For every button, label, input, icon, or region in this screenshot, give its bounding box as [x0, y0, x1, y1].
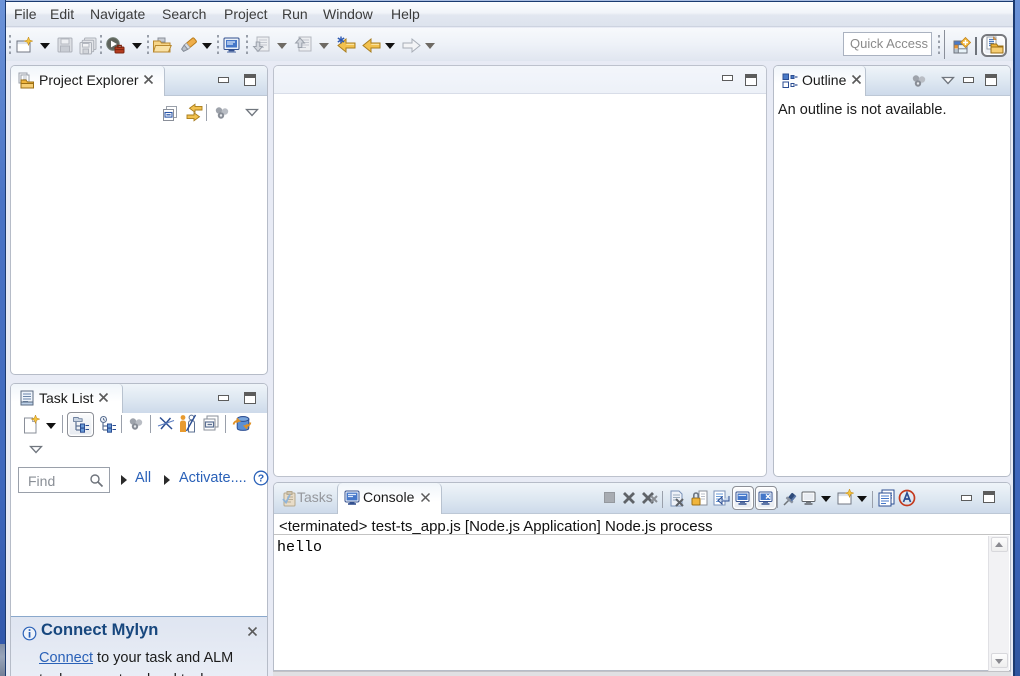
svg-text:?: ?: [258, 473, 264, 485]
